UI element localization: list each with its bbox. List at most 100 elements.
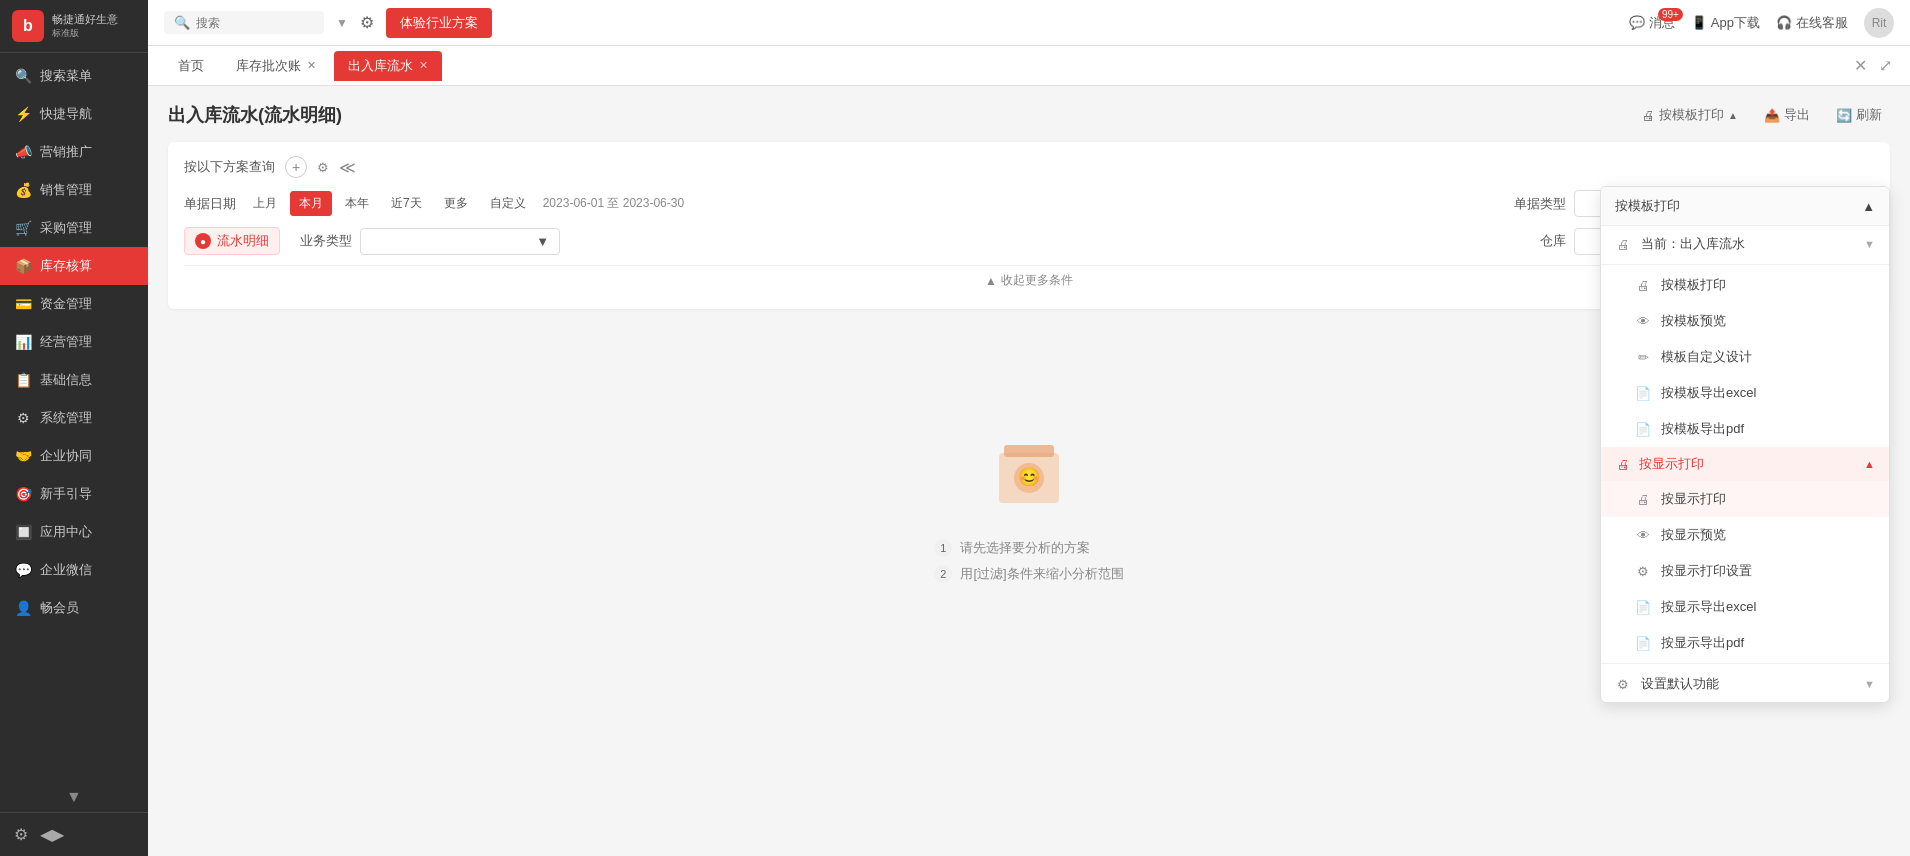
filter-tag: ● 流水明细: [184, 227, 280, 255]
dropdown-template-preview[interactable]: 👁 按模板预览: [1601, 303, 1889, 339]
window-btns: ✕ ⤢: [1852, 54, 1894, 77]
sidebar-item-marketing[interactable]: 📣 营销推广: [0, 133, 148, 171]
settings-icon[interactable]: ⚙: [14, 825, 28, 844]
sidebar-item-label-member: 畅会员: [40, 599, 79, 617]
step-num-1: 1: [934, 539, 952, 557]
dropdown-display-pdf[interactable]: 📄 按显示导出pdf: [1601, 625, 1889, 661]
filter-settings-icon[interactable]: ⚙: [317, 160, 329, 175]
online-service-btn[interactable]: 🎧 在线客服: [1776, 14, 1848, 32]
business-type-select[interactable]: ▼: [360, 228, 560, 255]
svg-text:😊: 😊: [1018, 466, 1041, 488]
page-title-row: 出入库流水(流水明细) 🖨 按模板打印 ▲ 📤 导出 🔄 刷新: [168, 102, 1890, 128]
refresh-btn[interactable]: 🔄 刷新: [1828, 102, 1890, 128]
date-tab-more[interactable]: 更多: [435, 191, 477, 216]
date-tab-last-month[interactable]: 上月: [244, 191, 286, 216]
filter-collapse-icon[interactable]: ≪: [339, 158, 356, 177]
filter-add-btn[interactable]: +: [285, 156, 307, 178]
finance-icon: 💳: [14, 295, 32, 313]
tab-inout-flow-close[interactable]: ✕: [419, 59, 428, 72]
scroll-down-icon[interactable]: ▼: [66, 788, 82, 806]
app-download-btn[interactable]: 📱 App下载: [1691, 14, 1760, 32]
step-1-text: 请先选择要分析的方案: [960, 539, 1090, 557]
dropdown-panel-header: 按模板打印 ▲: [1601, 187, 1889, 226]
sidebar-item-search[interactable]: 🔍 搜索菜单: [0, 57, 148, 95]
tab-inout-flow[interactable]: 出入库流水 ✕: [334, 51, 442, 81]
sidebar-item-label-purchase: 采购管理: [40, 219, 92, 237]
tab-home[interactable]: 首页: [164, 51, 218, 81]
sidebar-item-member[interactable]: 👤 畅会员: [0, 589, 148, 627]
dropdown-template-print[interactable]: 🖨 按模板打印: [1601, 267, 1889, 303]
refresh-label: 刷新: [1856, 106, 1882, 124]
sidebar-item-finance[interactable]: 💳 资金管理: [0, 285, 148, 323]
dropdown-display-preview[interactable]: 👁 按显示预览: [1601, 517, 1889, 553]
collapse-icon[interactable]: ◀▶: [40, 825, 64, 844]
date-tab-this-year[interactable]: 本年: [336, 191, 378, 216]
window-expand-btn[interactable]: ⤢: [1877, 54, 1894, 77]
sidebar-item-guide[interactable]: 🎯 新手引导: [0, 475, 148, 513]
sidebar-item-operation[interactable]: 📊 经营管理: [0, 323, 148, 361]
dropdown-template-custom[interactable]: ✏ 模板自定义设计: [1601, 339, 1889, 375]
tab-batch-account-close[interactable]: ✕: [307, 59, 316, 72]
message-btn[interactable]: 💬 消息 99+: [1629, 14, 1675, 32]
sidebar-item-quicknav[interactable]: ⚡ 快捷导航: [0, 95, 148, 133]
dropdown-template-excel[interactable]: 📄 按模板导出excel: [1601, 375, 1889, 411]
display-print-section-header[interactable]: 🖨 按显示打印 ▲: [1601, 447, 1889, 481]
default-func-expand: ▼: [1864, 678, 1875, 690]
sidebar-item-collab[interactable]: 🤝 企业协同: [0, 437, 148, 475]
sidebar-item-wechat[interactable]: 💬 企业微信: [0, 551, 148, 589]
dropdown-display-excel[interactable]: 📄 按显示导出excel: [1601, 589, 1889, 625]
disp-excel-icon: 📄: [1635, 599, 1651, 615]
current-template-icon: 🖨: [1615, 236, 1631, 252]
date-tabs: 上月 本月 本年 近7天 更多 自定义: [244, 191, 535, 216]
sidebar-item-system[interactable]: ⚙ 系统管理: [0, 399, 148, 437]
quicknav-icon: ⚡: [14, 105, 32, 123]
tab-batch-account[interactable]: 库存批次账 ✕: [222, 51, 330, 81]
tab-home-label: 首页: [178, 57, 204, 75]
sidebar-item-inventory[interactable]: 📦 库存核算: [0, 247, 148, 285]
date-tab-custom[interactable]: 自定义: [481, 191, 535, 216]
dropdown-display-settings[interactable]: ⚙ 按显示打印设置: [1601, 553, 1889, 589]
date-tab-this-month[interactable]: 本月: [290, 191, 332, 216]
search-box[interactable]: 🔍: [164, 11, 324, 34]
default-func-icon: ⚙: [1615, 676, 1631, 692]
search-dropdown-icon[interactable]: ▼: [336, 16, 348, 30]
sidebar-item-apps[interactable]: 🔲 应用中心: [0, 513, 148, 551]
sidebar-scroll-down[interactable]: ▼: [0, 782, 148, 812]
sidebar-item-label-operation: 经营管理: [40, 333, 92, 351]
top-header: 🔍 ▼ ⚙ 体验行业方案 💬 消息 99+ 📱 App下载 🎧 在线客服 Rit: [148, 0, 1910, 46]
sidebar-item-purchase[interactable]: 🛒 采购管理: [0, 209, 148, 247]
print-btn[interactable]: 🖨 按模板打印 ▲: [1634, 102, 1746, 128]
window-close-btn[interactable]: ✕: [1852, 54, 1869, 77]
disp-pdf-icon: 📄: [1635, 635, 1651, 651]
search-input[interactable]: [196, 16, 296, 30]
svg-rect-1: [1004, 445, 1054, 457]
current-template-label: 当前：出入库流水: [1641, 235, 1745, 253]
export-btn[interactable]: 📤 导出: [1756, 102, 1818, 128]
user-avatar[interactable]: Rit: [1864, 8, 1894, 38]
header-gear-icon[interactable]: ⚙: [360, 13, 374, 32]
disp-print-label: 按显示打印: [1661, 490, 1726, 508]
sidebar-item-label-apps: 应用中心: [40, 523, 92, 541]
app-badge: 标准版: [52, 27, 118, 40]
page-content: 出入库流水(流水明细) 🖨 按模板打印 ▲ 📤 导出 🔄 刷新: [148, 86, 1910, 856]
display-print-section-label: 按显示打印: [1639, 455, 1704, 473]
filter-header-label: 按以下方案查询: [184, 158, 275, 176]
dropdown-template-pdf[interactable]: 📄 按模板导出pdf: [1601, 411, 1889, 447]
trial-btn[interactable]: 体验行业方案: [386, 8, 492, 38]
disp-excel-label: 按显示导出excel: [1661, 598, 1756, 616]
collab-icon: 🤝: [14, 447, 32, 465]
disp-pdf-label: 按显示导出pdf: [1661, 634, 1744, 652]
current-template-item[interactable]: 🖨 当前：出入库流水 ▼: [1601, 226, 1889, 262]
dropdown-set-default[interactable]: ⚙ 设置默认功能 ▼: [1601, 666, 1889, 702]
tpl-print-icon: 🖨: [1635, 277, 1651, 293]
member-icon: 👤: [14, 599, 32, 617]
dropdown-display-print[interactable]: 🖨 按显示打印: [1601, 481, 1889, 517]
empty-icon: 😊: [979, 423, 1079, 523]
sidebar-item-basic[interactable]: 📋 基础信息: [0, 361, 148, 399]
date-tab-7days[interactable]: 近7天: [382, 191, 431, 216]
sidebar-item-sales[interactable]: 💰 销售管理: [0, 171, 148, 209]
tpl-preview-label: 按模板预览: [1661, 312, 1726, 330]
message-icon: 💬: [1629, 15, 1645, 30]
business-type-label: 业务类型: [300, 232, 352, 250]
apps-icon: 🔲: [14, 523, 32, 541]
